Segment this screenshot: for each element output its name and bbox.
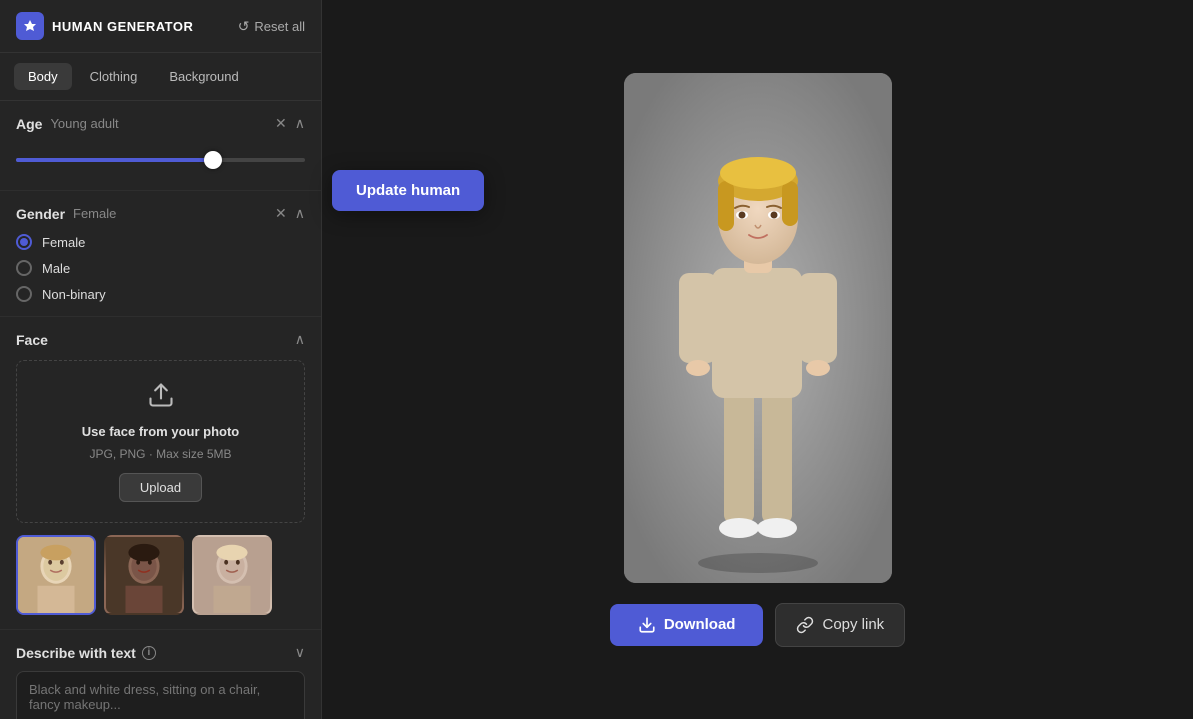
age-slider-fill	[16, 158, 213, 162]
gender-section: Gender Female ✕ ∧ Female Male Non-binar	[0, 191, 321, 317]
tab-background[interactable]: Background	[155, 63, 252, 90]
generated-image	[624, 73, 892, 583]
gender-option-female[interactable]: Female	[16, 234, 305, 250]
describe-collapse-icon[interactable]: ∨	[295, 644, 305, 661]
age-value: Young adult	[50, 116, 118, 131]
describe-section: Describe with text i ∨	[0, 630, 321, 719]
gender-radio-group: Female Male Non-binary	[16, 234, 305, 302]
gender-option-male[interactable]: Male	[16, 260, 305, 276]
left-panel: HUMAN GENERATOR ↺ Reset all Body Clothin…	[0, 0, 322, 719]
age-clear-icon[interactable]: ✕	[275, 115, 287, 132]
copy-link-label: Copy link	[822, 616, 884, 633]
face-controls: ∧	[295, 331, 305, 348]
gender-section-header: Gender Female ✕ ∧	[16, 205, 305, 222]
download-icon	[638, 616, 656, 634]
face-upload-area[interactable]: Use face from your photo JPG, PNG · Max …	[16, 360, 305, 523]
gender-value: Female	[73, 206, 116, 221]
right-panel: Download Copy link	[322, 0, 1193, 719]
radio-female-inner	[20, 238, 28, 246]
download-label: Download	[664, 616, 736, 633]
describe-textarea[interactable]	[16, 671, 305, 719]
app-title-group: HUMAN GENERATOR	[16, 12, 193, 40]
upload-subtitle: JPG, PNG · Max size 5MB	[89, 447, 231, 461]
age-section: Age Young adult ✕ ∧	[0, 101, 321, 191]
age-collapse-icon[interactable]: ∧	[295, 115, 305, 132]
describe-title: Describe with text i	[16, 645, 156, 661]
face-thumb-3[interactable]	[192, 535, 272, 615]
face-title: Face	[16, 332, 48, 348]
reset-all-button[interactable]: ↺ Reset all	[238, 18, 305, 35]
describe-info-icon: i	[142, 646, 156, 660]
tab-body[interactable]: Body	[14, 63, 72, 90]
gender-clear-icon[interactable]: ✕	[275, 205, 287, 222]
update-human-label: Update human	[356, 182, 460, 199]
radio-male-label: Male	[42, 261, 70, 276]
action-buttons: Download Copy link	[610, 603, 905, 647]
face-thumb-2[interactable]	[104, 535, 184, 615]
app-header: HUMAN GENERATOR ↺ Reset all	[0, 0, 321, 53]
face-collapse-icon[interactable]: ∧	[295, 331, 305, 348]
reset-label: Reset all	[254, 19, 305, 34]
face-thumb-1[interactable]	[16, 535, 96, 615]
describe-header: Describe with text i ∨	[0, 630, 321, 671]
age-controls: ✕ ∧	[275, 115, 305, 132]
face-previews	[16, 535, 305, 615]
face-section-header: Face ∧	[16, 331, 305, 348]
copy-link-button[interactable]: Copy link	[775, 603, 905, 647]
tab-clothing[interactable]: Clothing	[76, 63, 152, 90]
tabs-bar: Body Clothing Background	[0, 53, 321, 101]
radio-nonbinary-label: Non-binary	[42, 287, 106, 302]
radio-male-circle	[16, 260, 32, 276]
age-slider-container	[16, 144, 305, 176]
radio-female-circle	[16, 234, 32, 250]
upload-title: Use face from your photo	[82, 424, 239, 439]
update-human-popup[interactable]: Update human	[332, 170, 484, 211]
age-slider-track	[16, 158, 305, 162]
app-title: HUMAN GENERATOR	[52, 19, 193, 34]
radio-female-label: Female	[42, 235, 85, 250]
gender-option-nonbinary[interactable]: Non-binary	[16, 286, 305, 302]
copy-link-icon	[796, 616, 814, 634]
upload-icon	[147, 381, 175, 416]
reset-icon: ↺	[238, 18, 250, 35]
gender-title: Gender Female	[16, 206, 116, 222]
gender-controls: ✕ ∧	[275, 205, 305, 222]
radio-nonbinary-circle	[16, 286, 32, 302]
face-section: Face ∧ Use face from your photo JPG, PNG…	[0, 317, 321, 630]
age-title: Age Young adult	[16, 116, 119, 132]
age-section-header: Age Young adult ✕ ∧	[16, 115, 305, 132]
upload-button[interactable]: Upload	[119, 473, 202, 502]
age-slider-thumb[interactable]	[204, 151, 222, 169]
gender-collapse-icon[interactable]: ∧	[295, 205, 305, 222]
app-logo-icon	[16, 12, 44, 40]
download-button[interactable]: Download	[610, 604, 764, 646]
